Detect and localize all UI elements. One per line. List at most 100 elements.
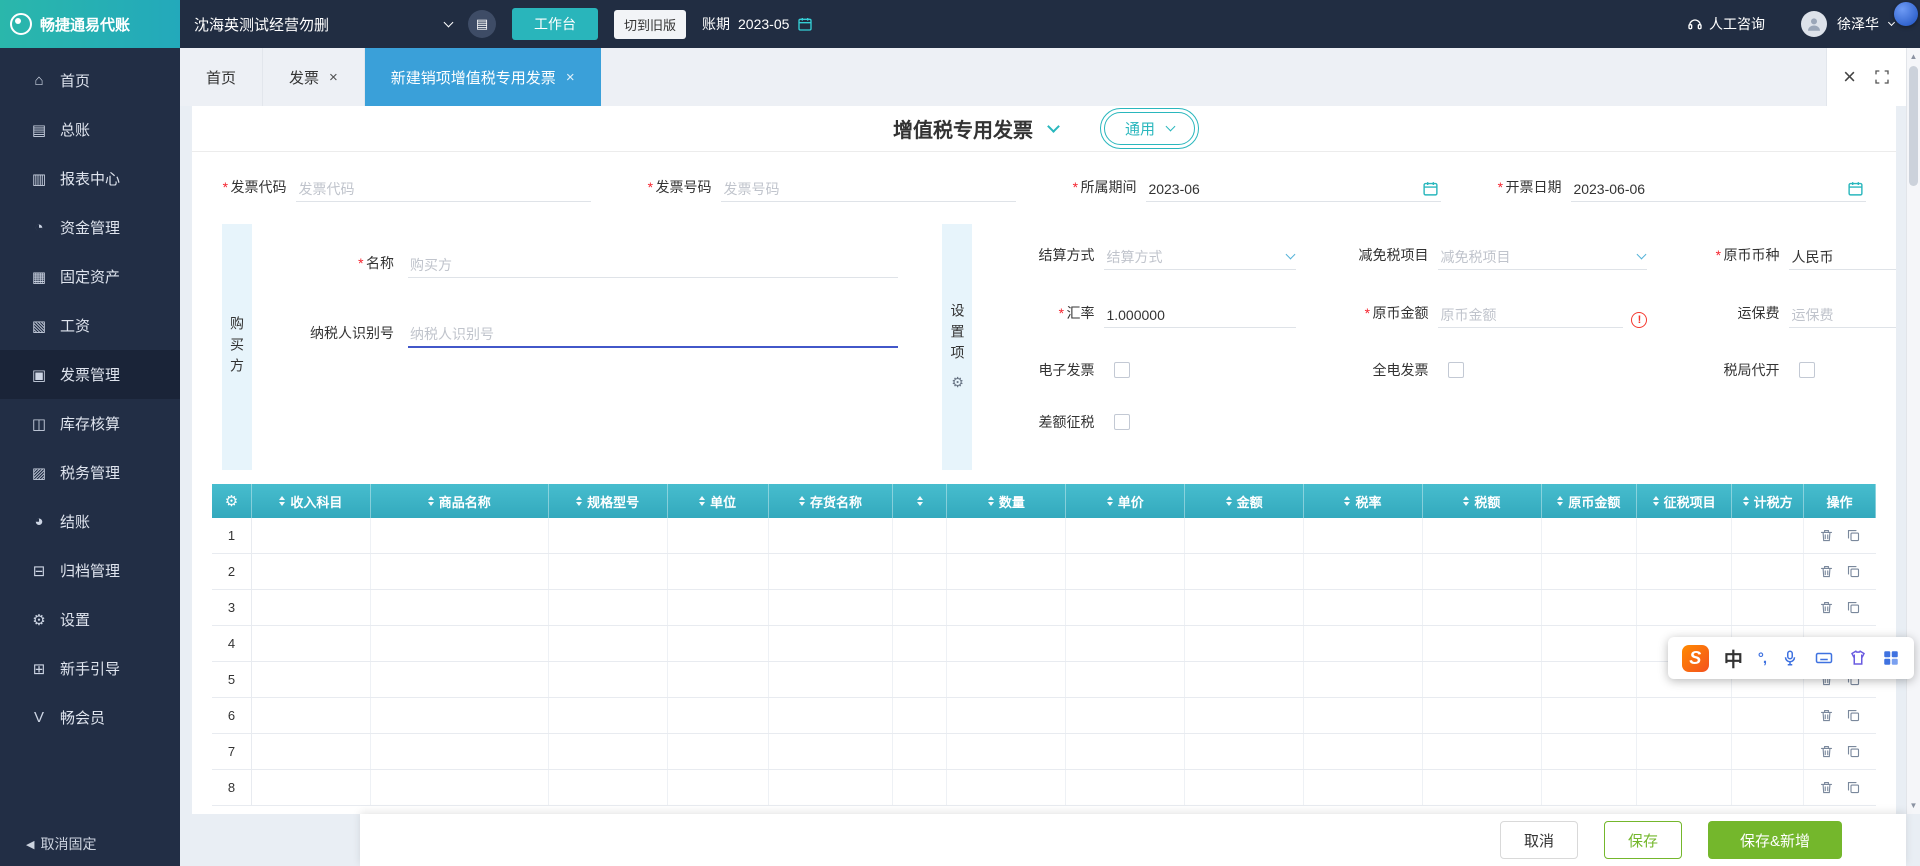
invoice-number-input[interactable] [723, 180, 1014, 197]
table-cell[interactable] [1732, 698, 1805, 733]
fullscreen-icon[interactable] [1874, 69, 1890, 85]
table-cell[interactable] [769, 554, 894, 589]
sort-icon[interactable] [576, 496, 583, 506]
delete-row-icon[interactable] [1819, 528, 1834, 543]
table-cell[interactable] [1304, 662, 1423, 697]
table-cell[interactable] [1066, 590, 1186, 625]
table-cell[interactable] [549, 554, 668, 589]
table-cell[interactable] [1066, 662, 1186, 697]
table-cell[interactable] [1066, 734, 1186, 769]
table-cell[interactable] [1542, 554, 1638, 589]
skin-icon[interactable] [1849, 649, 1867, 667]
table-cell[interactable] [1423, 662, 1542, 697]
sort-icon[interactable] [699, 496, 706, 506]
copy-row-icon[interactable] [1846, 564, 1861, 579]
period-input[interactable] [1148, 180, 1416, 197]
sort-icon[interactable] [1463, 496, 1470, 506]
table-cell[interactable] [1304, 770, 1423, 805]
table-cell[interactable] [1066, 698, 1186, 733]
support-link[interactable]: 人工咨询 [1687, 14, 1765, 34]
table-cell[interactable] [893, 698, 948, 733]
table-cell[interactable] [769, 518, 894, 553]
table-cell[interactable] [893, 662, 948, 697]
table-cell[interactable] [1542, 590, 1638, 625]
table-cell[interactable] [1185, 734, 1305, 769]
table-cell[interactable] [1637, 590, 1733, 625]
table-cell[interactable] [1185, 626, 1305, 661]
tax-deduction-select[interactable] [1438, 244, 1648, 270]
table-cell[interactable] [1542, 698, 1638, 733]
sogou-logo-icon[interactable]: S [1681, 644, 1709, 672]
calendar-icon[interactable] [1847, 180, 1864, 197]
column-header-单位[interactable]: 单位 [668, 484, 769, 518]
invoice-code-input[interactable] [298, 180, 589, 197]
table-cell[interactable] [1185, 554, 1305, 589]
table-cell[interactable] [1423, 770, 1542, 805]
scrollbar[interactable]: ▲ ▼ [1906, 48, 1920, 814]
tab-close-icon[interactable] [566, 70, 575, 85]
keyboard-icon[interactable] [1814, 649, 1834, 667]
table-cell[interactable] [549, 626, 668, 661]
table-cell[interactable] [1304, 698, 1423, 733]
sort-icon[interactable] [799, 496, 806, 506]
tax-bureau-issued-checkbox[interactable] [1799, 362, 1816, 378]
scroll-up-icon[interactable]: ▲ [1907, 52, 1920, 61]
table-cell[interactable] [947, 554, 1067, 589]
username[interactable]: 徐泽华 [1837, 14, 1879, 34]
scroll-thumb[interactable] [1909, 66, 1918, 186]
table-cell[interactable] [1732, 590, 1805, 625]
unpin-button[interactable]: ◀ 取消固定 [26, 834, 96, 854]
column-settings-icon[interactable]: ⚙ [212, 484, 252, 518]
table-cell[interactable] [668, 662, 769, 697]
delete-row-icon[interactable] [1819, 600, 1834, 615]
table-cell[interactable] [1732, 734, 1805, 769]
table-cell[interactable] [549, 698, 668, 733]
sort-icon[interactable] [1106, 496, 1113, 506]
differential-taxation-checkbox[interactable] [1114, 414, 1131, 430]
table-cell[interactable] [947, 770, 1067, 805]
table-cell[interactable] [549, 734, 668, 769]
table-cell[interactable] [549, 518, 668, 553]
sidebar-item-member[interactable]: V 畅会员 [0, 693, 180, 742]
table-cell[interactable] [1304, 590, 1423, 625]
table-cell[interactable] [1185, 590, 1305, 625]
column-header-税率[interactable]: 税率 [1304, 484, 1423, 518]
sidebar-item-tax-management[interactable]: ▨ 税务管理 [0, 448, 180, 497]
toolbox-grid-icon[interactable] [1882, 649, 1900, 667]
table-cell[interactable] [371, 662, 549, 697]
sidebar-item-funds[interactable]: ◔ 资金管理 [0, 203, 180, 252]
table-cell[interactable] [1637, 518, 1733, 553]
table-cell[interactable] [769, 662, 894, 697]
table-cell[interactable] [668, 734, 769, 769]
column-header-原币金额[interactable]: 原币金额 [1542, 484, 1638, 518]
sidebar-item-salary[interactable]: ▧ 工资 [0, 301, 180, 350]
table-cell[interactable] [1066, 626, 1186, 661]
tax-deduction-input[interactable] [1440, 248, 1639, 265]
table-cell[interactable] [252, 662, 371, 697]
column-header-税额[interactable]: 税额 [1423, 484, 1542, 518]
currency-input[interactable] [1791, 248, 1896, 265]
column-header-存货名称[interactable]: 存货名称 [769, 484, 894, 518]
table-cell[interactable] [371, 770, 549, 805]
floating-assistant-ball[interactable] [1894, 2, 1918, 26]
column-header-数量[interactable]: 数量 [947, 484, 1067, 518]
copy-row-icon[interactable] [1846, 528, 1861, 543]
copy-row-icon[interactable] [1846, 780, 1861, 795]
punctuation-icon[interactable]: °, [1758, 650, 1767, 667]
document-circle-icon[interactable]: ▤ [468, 10, 496, 38]
table-cell[interactable] [893, 734, 948, 769]
sidebar-item-general-ledger[interactable]: ▤ 总账 [0, 105, 180, 154]
table-cell[interactable] [1185, 698, 1305, 733]
table-cell[interactable] [1185, 518, 1305, 553]
table-cell[interactable] [668, 590, 769, 625]
table-cell[interactable] [1637, 770, 1733, 805]
company-selector[interactable]: 沈海英测试经营勿删 [194, 14, 454, 35]
sidebar-item-guide[interactable]: ⊞ 新手引导 [0, 644, 180, 693]
calendar-icon[interactable] [797, 16, 813, 32]
copy-row-icon[interactable] [1846, 744, 1861, 759]
table-cell[interactable] [252, 554, 371, 589]
cancel-button[interactable]: 取消 [1500, 821, 1578, 859]
table-cell[interactable] [769, 698, 894, 733]
column-header-计税方[interactable]: 计税方 [1732, 484, 1805, 518]
table-cell[interactable] [947, 734, 1067, 769]
